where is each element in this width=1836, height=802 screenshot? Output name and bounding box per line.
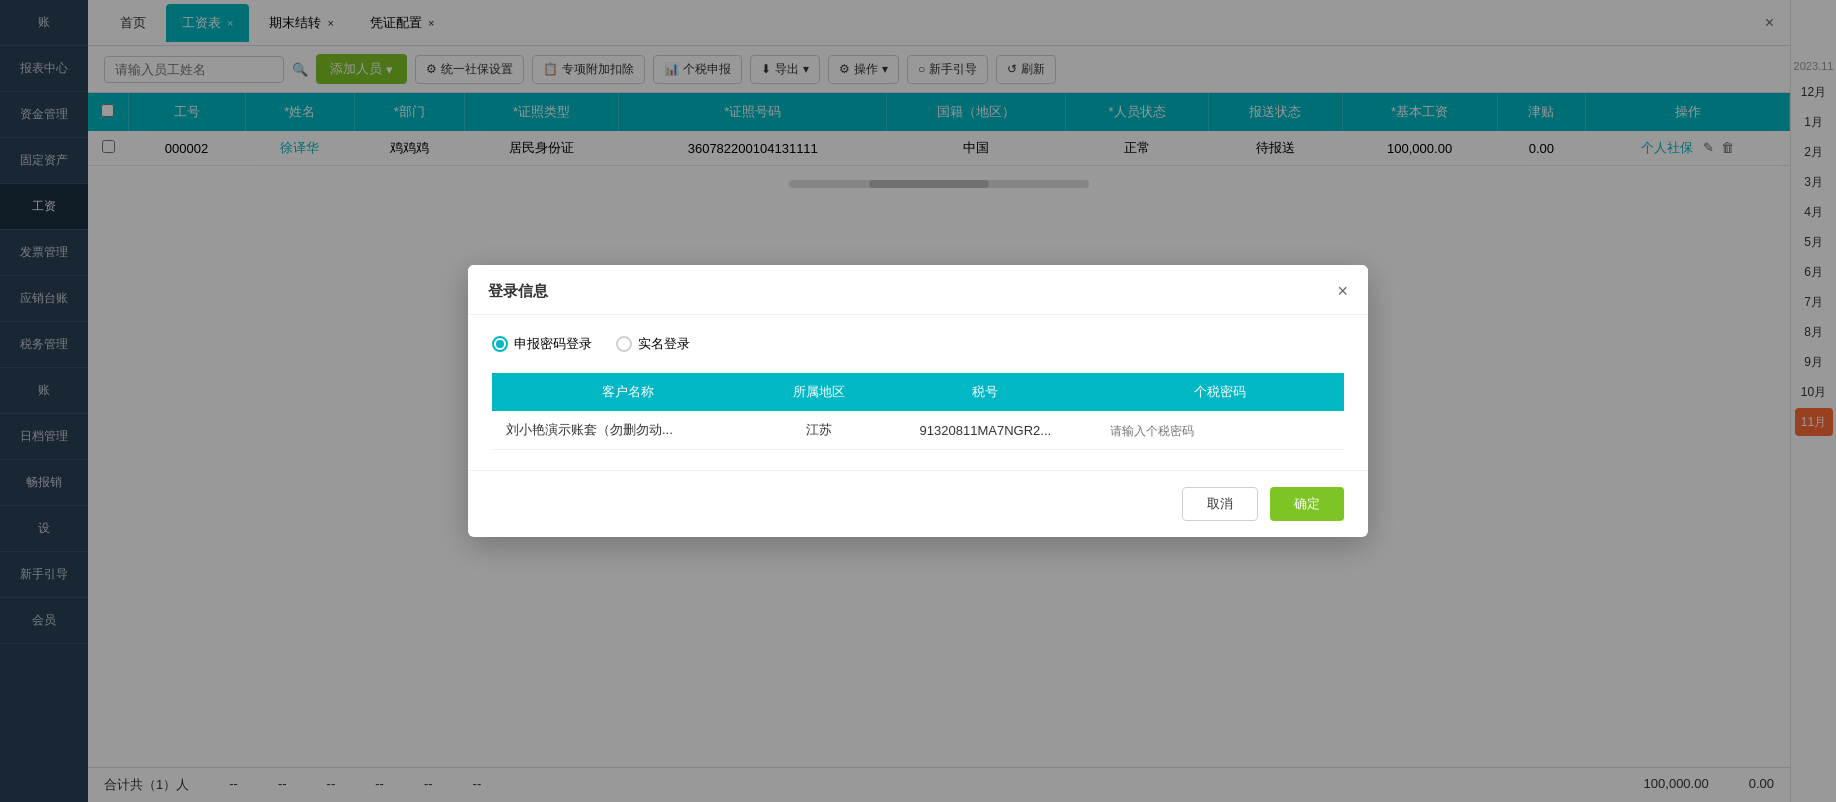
- inner-col-taxid: 税号: [874, 373, 1096, 411]
- radio-group: 申报密码登录 实名登录: [492, 335, 1344, 353]
- dialog-footer: 取消 确定: [468, 470, 1368, 537]
- inner-col-name: 客户名称: [492, 373, 763, 411]
- inner-col-password: 个税密码: [1096, 373, 1344, 411]
- client-name: 刘小艳演示账套（勿删勿动...: [492, 411, 763, 450]
- dialog-close-btn[interactable]: ×: [1337, 281, 1348, 302]
- dialog-title: 登录信息: [488, 282, 548, 301]
- dialog-header: 登录信息 ×: [468, 265, 1368, 315]
- inner-col-region: 所属地区: [763, 373, 874, 411]
- client-row: 刘小艳演示账套（勿删勿动... 江苏 91320811MA7NGR2...: [492, 411, 1344, 450]
- dialog-body: 申报密码登录 实名登录 客户名称 所属地区 税号 个税密码: [468, 315, 1368, 470]
- radio-realname-circle: [616, 336, 632, 352]
- radio-password-login[interactable]: 申报密码登录: [492, 335, 592, 353]
- tax-password-input[interactable]: [1110, 424, 1330, 438]
- client-region: 江苏: [763, 411, 874, 450]
- client-taxid: 91320811MA7NGR2...: [874, 411, 1096, 450]
- radio-password-label: 申报密码登录: [514, 335, 592, 353]
- login-dialog: 登录信息 × 申报密码登录 实名登录 客户名称: [468, 265, 1368, 537]
- radio-realname-login[interactable]: 实名登录: [616, 335, 690, 353]
- radio-password-circle: [492, 336, 508, 352]
- radio-realname-label: 实名登录: [638, 335, 690, 353]
- cancel-button[interactable]: 取消: [1182, 487, 1258, 521]
- confirm-button[interactable]: 确定: [1270, 487, 1344, 521]
- client-table: 客户名称 所属地区 税号 个税密码 刘小艳演示账套（勿删勿动... 江苏 913…: [492, 373, 1344, 450]
- modal-overlay: 登录信息 × 申报密码登录 实名登录 客户名称: [0, 0, 1836, 802]
- client-password-cell: [1096, 411, 1344, 450]
